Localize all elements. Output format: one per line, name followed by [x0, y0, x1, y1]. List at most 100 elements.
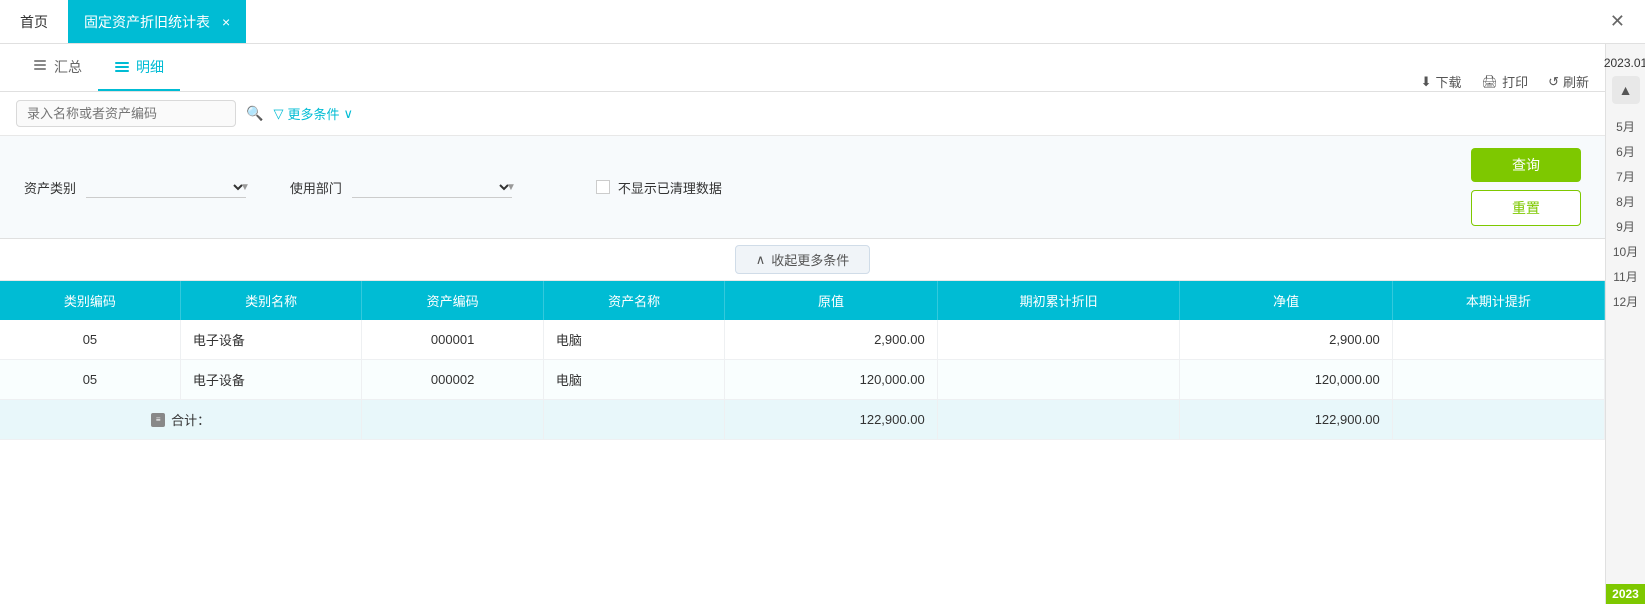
cell-category-code: 05: [0, 320, 180, 360]
col-asset-code: 资产编码: [362, 281, 544, 320]
sidebar-month-item[interactable]: 9月: [1613, 214, 1638, 239]
sidebar-month-item[interactable]: 5月: [1613, 114, 1638, 139]
print-button[interactable]: 🖨 打印: [1482, 72, 1529, 91]
total-net-value: 122,900.00: [1180, 400, 1392, 440]
total-label-cell: ≡ 合计：: [0, 400, 362, 440]
sidebar-month-item[interactable]: 12月: [1613, 289, 1638, 314]
filter-label: 更多条件: [287, 104, 339, 123]
col-accumulated-depreciation: 期初累计折旧: [937, 281, 1180, 320]
total-original-value: 122,900.00: [725, 400, 937, 440]
cell-category-name: 电子设备: [180, 360, 362, 400]
col-net-value: 净值: [1180, 281, 1392, 320]
tab-label: 固定资产折旧统计表: [84, 12, 210, 32]
filter-buttons: 查询 重置: [1471, 148, 1581, 226]
sidebar-year-badge[interactable]: 2023: [1606, 584, 1645, 604]
sidebar-scroll-up[interactable]: ▲: [1612, 76, 1640, 104]
cell-accumulated-depreciation: [937, 360, 1180, 400]
asset-category-label: 资产类别: [24, 178, 76, 197]
active-tab[interactable]: 固定资产折旧统计表 ×: [68, 0, 246, 43]
sidebar-month-item[interactable]: 11月: [1613, 264, 1638, 289]
right-sidebar: 2023.01 ▲ 5月6月7月8月9月10月11月12月 2023: [1605, 44, 1645, 604]
hide-cleared-checkbox[interactable]: [596, 180, 610, 194]
sidebar-month-item[interactable]: 7月: [1613, 164, 1638, 189]
cell-net-value: 120,000.00: [1180, 360, 1392, 400]
col-asset-name: 资产名称: [543, 281, 725, 320]
data-table: 类别编码 类别名称 资产编码 资产名称 原值 期初累计折旧 净值 本期计提折 0…: [0, 281, 1605, 440]
total-icon: ≡: [151, 413, 165, 427]
tab-summary-label: 汇总: [54, 57, 82, 77]
search-bar: 🔍 ▽ 更多条件 ∨: [0, 92, 1605, 136]
search-input[interactable]: [16, 100, 236, 127]
more-filter-button[interactable]: ▽ 更多条件 ∨: [273, 104, 353, 123]
left-panel: 汇总 明细 ⬇ 下载 🖨 打印: [0, 44, 1605, 604]
top-nav: 首页 固定资产折旧统计表 × ✕: [0, 0, 1645, 44]
print-label: 打印: [1502, 72, 1528, 91]
col-category-code: 类别编码: [0, 281, 180, 320]
layers-icon: [32, 59, 48, 75]
table-container: 类别编码 类别名称 资产编码 资产名称 原值 期初累计折旧 净值 本期计提折 0…: [0, 281, 1605, 604]
cell-original-value: 120,000.00: [725, 360, 937, 400]
refresh-label: 刷新: [1563, 72, 1589, 91]
collapse-icon: ∧: [756, 252, 766, 268]
home-tab[interactable]: 首页: [0, 0, 68, 43]
table-body: 05 电子设备 000001 电脑 2,900.00 2,900.00 05 电…: [0, 320, 1605, 440]
collapse-label: 收起更多条件: [771, 250, 849, 269]
table-total-row: ≡ 合计： 122,900.00 122,900.00: [0, 400, 1605, 440]
collapse-bar: ∧ 收起更多条件: [0, 239, 1605, 281]
cell-current-depreciation: [1392, 320, 1604, 360]
total-label-text: 合计：: [171, 410, 210, 429]
asset-category-field: 资产类别 ▼: [24, 176, 250, 198]
cell-asset-name: 电脑: [543, 360, 725, 400]
total-asset-code: [362, 400, 544, 440]
search-icon[interactable]: 🔍: [246, 105, 263, 122]
department-select[interactable]: [352, 176, 512, 198]
cell-category-name: 电子设备: [180, 320, 362, 360]
tab-detail[interactable]: 明细: [98, 44, 180, 91]
asset-category-select[interactable]: [86, 176, 246, 198]
filter-panel: 资产类别 ▼ 使用部门 ▼ 不显示已清理数据: [0, 136, 1605, 239]
cell-asset-code: 000002: [362, 360, 544, 400]
sidebar-months: 5月6月7月8月9月10月11月12月: [1613, 114, 1638, 314]
cell-category-code: 05: [0, 360, 180, 400]
cell-asset-name: 电脑: [543, 320, 725, 360]
sidebar-month-item[interactable]: 10月: [1613, 239, 1638, 264]
hide-cleared-label: 不显示已清理数据: [618, 178, 722, 197]
col-category-name: 类别名称: [180, 281, 362, 320]
department-field: 使用部门 ▼: [290, 176, 516, 198]
department-arrow-icon: ▼: [506, 182, 516, 193]
download-button[interactable]: ⬇ 下载: [1421, 72, 1462, 91]
department-label: 使用部门: [290, 178, 342, 197]
sidebar-date-top[interactable]: 2023.01: [1602, 52, 1645, 74]
cell-net-value: 2,900.00: [1180, 320, 1392, 360]
table-row: 05 电子设备 000002 电脑 120,000.00 120,000.00: [0, 360, 1605, 400]
tab-summary[interactable]: 汇总: [16, 44, 98, 91]
total-accumulated-depreciation: [937, 400, 1180, 440]
tab-close-icon[interactable]: ×: [222, 14, 230, 30]
chevron-down-icon: ∨: [343, 106, 353, 122]
reset-button[interactable]: 重置: [1471, 190, 1581, 226]
download-label: 下载: [1436, 72, 1462, 91]
total-asset-name: [543, 400, 725, 440]
collapse-button[interactable]: ∧ 收起更多条件: [735, 245, 871, 274]
list-icon: [114, 59, 130, 75]
top-nav-right: ✕: [1610, 11, 1645, 32]
refresh-icon: ↺: [1548, 74, 1559, 90]
sub-tabs-bar: 汇总 明细 ⬇ 下载 🖨 打印: [0, 44, 1605, 92]
cell-accumulated-depreciation: [937, 320, 1180, 360]
asset-category-arrow-icon: ▼: [240, 182, 250, 193]
filter-row: 资产类别 ▼ 使用部门 ▼ 不显示已清理数据: [24, 148, 1581, 226]
sidebar-month-item[interactable]: 6月: [1613, 139, 1638, 164]
print-icon: 🖨: [1482, 74, 1499, 90]
hide-cleared-field: 不显示已清理数据: [596, 178, 722, 197]
total-current-depreciation: [1392, 400, 1604, 440]
sidebar-month-item[interactable]: 8月: [1613, 189, 1638, 214]
refresh-button[interactable]: ↺ 刷新: [1548, 72, 1589, 91]
table-header-row: 类别编码 类别名称 资产编码 资产名称 原值 期初累计折旧 净值 本期计提折: [0, 281, 1605, 320]
cell-original-value: 2,900.00: [725, 320, 937, 360]
query-button[interactable]: 查询: [1471, 148, 1581, 182]
col-original-value: 原值: [725, 281, 937, 320]
table-row: 05 电子设备 000001 电脑 2,900.00 2,900.00: [0, 320, 1605, 360]
cell-asset-code: 000001: [362, 320, 544, 360]
filter-icon: ▽: [273, 106, 283, 122]
window-close-button[interactable]: ✕: [1610, 11, 1625, 32]
